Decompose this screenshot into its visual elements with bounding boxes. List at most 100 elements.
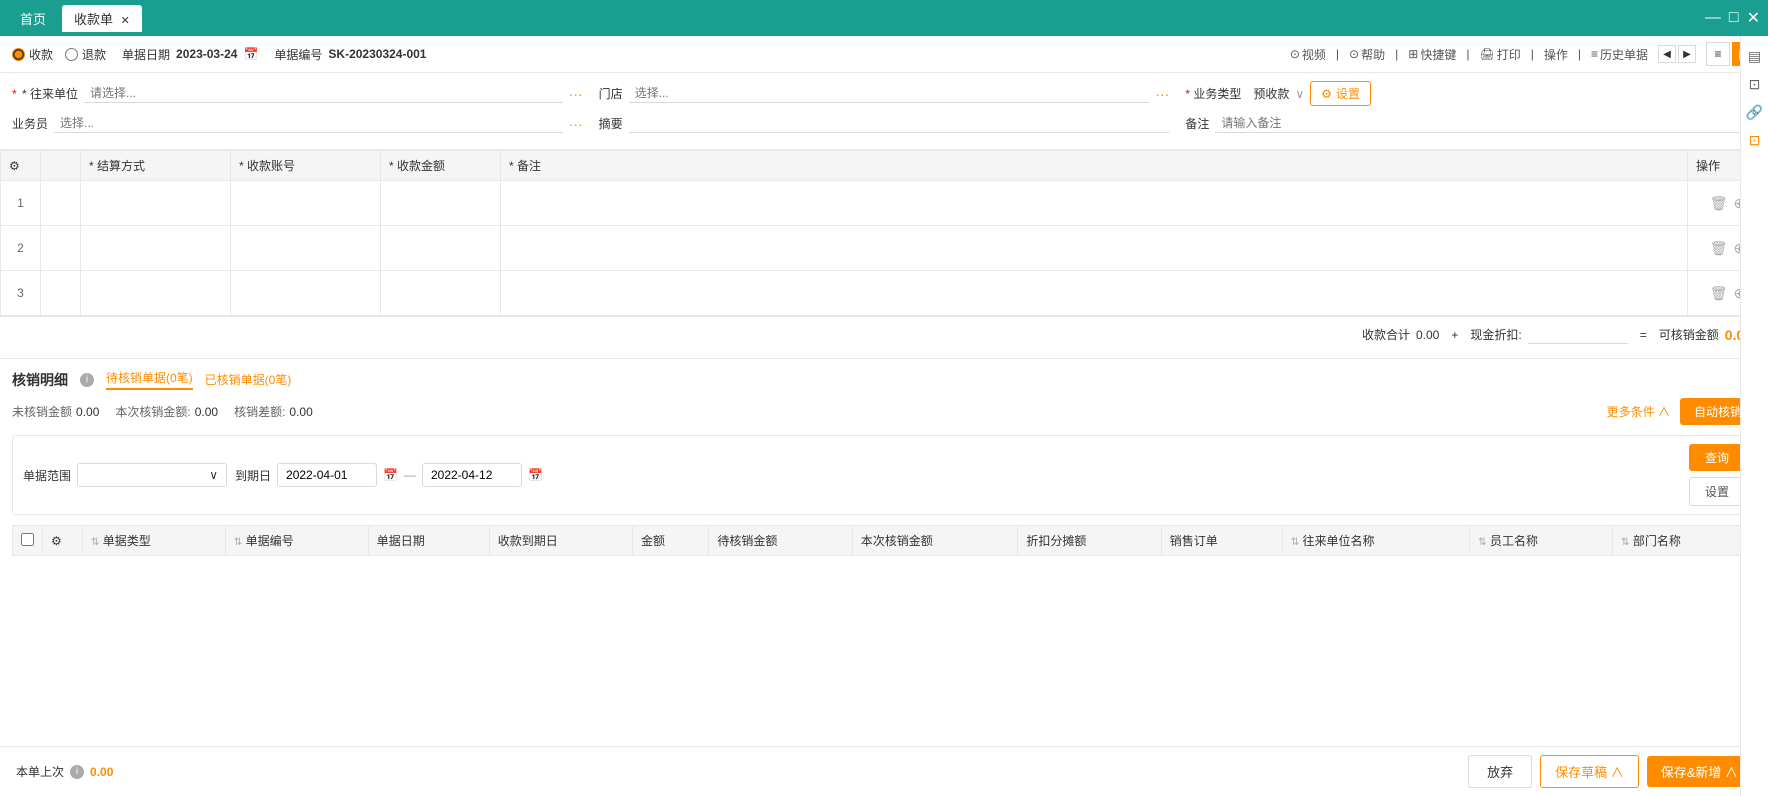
calendar-to-icon[interactable]: 📅 bbox=[528, 468, 543, 482]
history-icon: ≡ bbox=[1591, 47, 1598, 61]
store-label: 门店 bbox=[599, 85, 623, 102]
info-icon[interactable]: i bbox=[80, 373, 94, 387]
query-btn[interactable]: 查询 bbox=[1689, 444, 1745, 471]
summary-input[interactable] bbox=[629, 114, 1170, 133]
total-label: 收款合计 bbox=[1362, 326, 1410, 343]
amount-input-2[interactable] bbox=[381, 226, 500, 270]
staff-input[interactable] bbox=[54, 114, 563, 133]
required-star: * bbox=[12, 87, 17, 101]
radio-refund-label: 退款 bbox=[82, 46, 106, 63]
select-all-checkbox[interactable] bbox=[21, 533, 34, 546]
due-date-from-input[interactable] bbox=[277, 463, 377, 487]
filter-row: 单据范围 ∨ 到期日 📅 — 📅 查询 设置 bbox=[12, 435, 1756, 515]
discount-input[interactable] bbox=[1528, 325, 1628, 344]
counterparty-name-th: ⇅ 往来单位名称 bbox=[1282, 526, 1470, 556]
table-settings-th[interactable]: ⚙ bbox=[1, 151, 41, 181]
nav-tab-receive[interactable]: 收款单 ✕ bbox=[62, 5, 142, 32]
minimize-icon[interactable]: — bbox=[1705, 9, 1721, 27]
store-more-btn[interactable]: ··· bbox=[1155, 86, 1169, 102]
video-btn[interactable]: ⊙ 视频 bbox=[1290, 46, 1326, 63]
checkbox-th[interactable] bbox=[13, 526, 43, 556]
discount-item: 现金折扣: bbox=[1470, 325, 1627, 344]
list-view-icon[interactable]: ≡ bbox=[1706, 42, 1730, 66]
settle-method-cell-2[interactable] bbox=[81, 226, 231, 271]
maximize-icon[interactable]: □ bbox=[1729, 9, 1739, 27]
store-input[interactable] bbox=[629, 84, 1150, 103]
remark-input-3[interactable] bbox=[501, 271, 1687, 315]
receive-account-input-3[interactable] bbox=[231, 271, 380, 315]
counterparty-input[interactable] bbox=[84, 84, 563, 103]
nav-tab-label: 收款单 bbox=[74, 12, 113, 27]
play-icon: ⊙ bbox=[1290, 47, 1300, 61]
radio-refund[interactable]: 退款 bbox=[65, 46, 106, 63]
settle-method-input-1[interactable] bbox=[81, 181, 230, 225]
discard-btn[interactable]: 放弃 bbox=[1468, 755, 1532, 788]
filter-setting-btn[interactable]: 设置 bbox=[1689, 477, 1745, 506]
settle-method-input-2[interactable] bbox=[81, 226, 230, 270]
tab-close-icon[interactable]: ✕ bbox=[121, 15, 130, 27]
remark-input[interactable] bbox=[1215, 114, 1756, 133]
amount-cell-3[interactable] bbox=[381, 271, 501, 316]
print-btn[interactable]: 🖨 打印 bbox=[1479, 46, 1520, 63]
info-icon-footer[interactable]: i bbox=[70, 765, 84, 779]
counterparty-more-btn[interactable]: ··· bbox=[569, 86, 583, 102]
receive-account-cell-2[interactable] bbox=[231, 226, 381, 271]
remark-input-1[interactable] bbox=[501, 181, 1687, 225]
settings-btn[interactable]: ⚙ 设置 bbox=[1310, 81, 1371, 106]
delete-icon-1[interactable]: 🗑 bbox=[1710, 195, 1728, 212]
calendar-from-icon[interactable]: 📅 bbox=[383, 468, 398, 482]
remark-cell-1[interactable] bbox=[501, 181, 1688, 226]
row-num-extra-1 bbox=[41, 181, 81, 226]
nav-tab-home[interactable]: 首页 bbox=[8, 5, 58, 32]
dropdown-arrow-icon[interactable]: ∨ bbox=[1295, 87, 1304, 101]
amount-cell-1[interactable] bbox=[381, 181, 501, 226]
help-btn[interactable]: ⊙ 帮助 bbox=[1349, 46, 1385, 63]
receive-account-cell-3[interactable] bbox=[231, 271, 381, 316]
delete-icon-3[interactable]: 🗑 bbox=[1710, 285, 1728, 302]
save-draft-btn[interactable]: 保存草稿 ∧ bbox=[1540, 755, 1639, 788]
sidebar-icon-link[interactable]: 🔗 bbox=[1743, 100, 1767, 124]
settle-method-cell-3[interactable] bbox=[81, 271, 231, 316]
uncleared-label: 未核销金额 bbox=[12, 403, 72, 420]
amount-input-3[interactable] bbox=[381, 271, 500, 315]
staff-more-btn[interactable]: ··· bbox=[569, 116, 583, 132]
amount-cell-2[interactable] bbox=[381, 226, 501, 271]
shortcut-btn[interactable]: ⊞ 快捷键 bbox=[1408, 46, 1456, 63]
summary-label: 摘要 bbox=[599, 115, 623, 132]
history-btn[interactable]: ≡ 历史单据 bbox=[1591, 46, 1648, 63]
help-icon: ⊙ bbox=[1349, 47, 1359, 61]
staff-label: 业务员 bbox=[12, 115, 48, 132]
tab-completed[interactable]: 已核销单据(0笔) bbox=[205, 371, 292, 388]
close-icon[interactable]: ✕ bbox=[1747, 8, 1760, 28]
tab-pending[interactable]: 待核销单据(0笔) bbox=[106, 369, 193, 390]
operations-btn[interactable]: 操作 bbox=[1544, 46, 1568, 63]
remark-input-2[interactable] bbox=[501, 226, 1687, 270]
more-filter-btn[interactable]: 更多条件 ∧ bbox=[1607, 403, 1670, 420]
sidebar-icon-table[interactable]: ▤ bbox=[1743, 44, 1767, 68]
settle-method-cell-1[interactable] bbox=[81, 181, 231, 226]
remark-cell-2[interactable] bbox=[501, 226, 1688, 271]
radio-receive[interactable]: 收款 bbox=[12, 46, 53, 63]
receive-account-input-1[interactable] bbox=[231, 181, 380, 225]
calendar-icon[interactable]: 📅 bbox=[243, 47, 258, 61]
delete-icon-2[interactable]: 🗑 bbox=[1710, 240, 1728, 257]
remark-cell-3[interactable] bbox=[501, 271, 1688, 316]
sidebar-icon-active[interactable]: ⊡ bbox=[1743, 128, 1767, 152]
receive-account-cell-1[interactable] bbox=[231, 181, 381, 226]
bottom-gear-th[interactable]: ⚙ bbox=[43, 526, 83, 556]
amount-input-1[interactable] bbox=[381, 181, 500, 225]
remark-label: 备注 bbox=[1185, 115, 1209, 132]
prev-arrow[interactable]: ◀ bbox=[1658, 45, 1676, 63]
next-arrow[interactable]: ▶ bbox=[1678, 45, 1696, 63]
receive-account-th: * 收款账号 bbox=[231, 151, 381, 181]
row-num-extra-3 bbox=[41, 271, 81, 316]
due-date-to-input[interactable] bbox=[422, 463, 522, 487]
sidebar-icon-mail[interactable]: ⊡ bbox=[1743, 72, 1767, 96]
receive-account-input-2[interactable] bbox=[231, 226, 380, 270]
divider-2: | bbox=[1395, 47, 1398, 61]
save-new-btn[interactable]: 保存&新增 ∧ bbox=[1647, 756, 1752, 787]
form-row-2: 业务员 ··· 摘要 备注 bbox=[12, 114, 1756, 133]
settle-method-input-3[interactable] bbox=[81, 271, 230, 315]
range-select[interactable]: ∨ bbox=[77, 463, 227, 487]
current-value: 0.00 bbox=[195, 405, 218, 419]
